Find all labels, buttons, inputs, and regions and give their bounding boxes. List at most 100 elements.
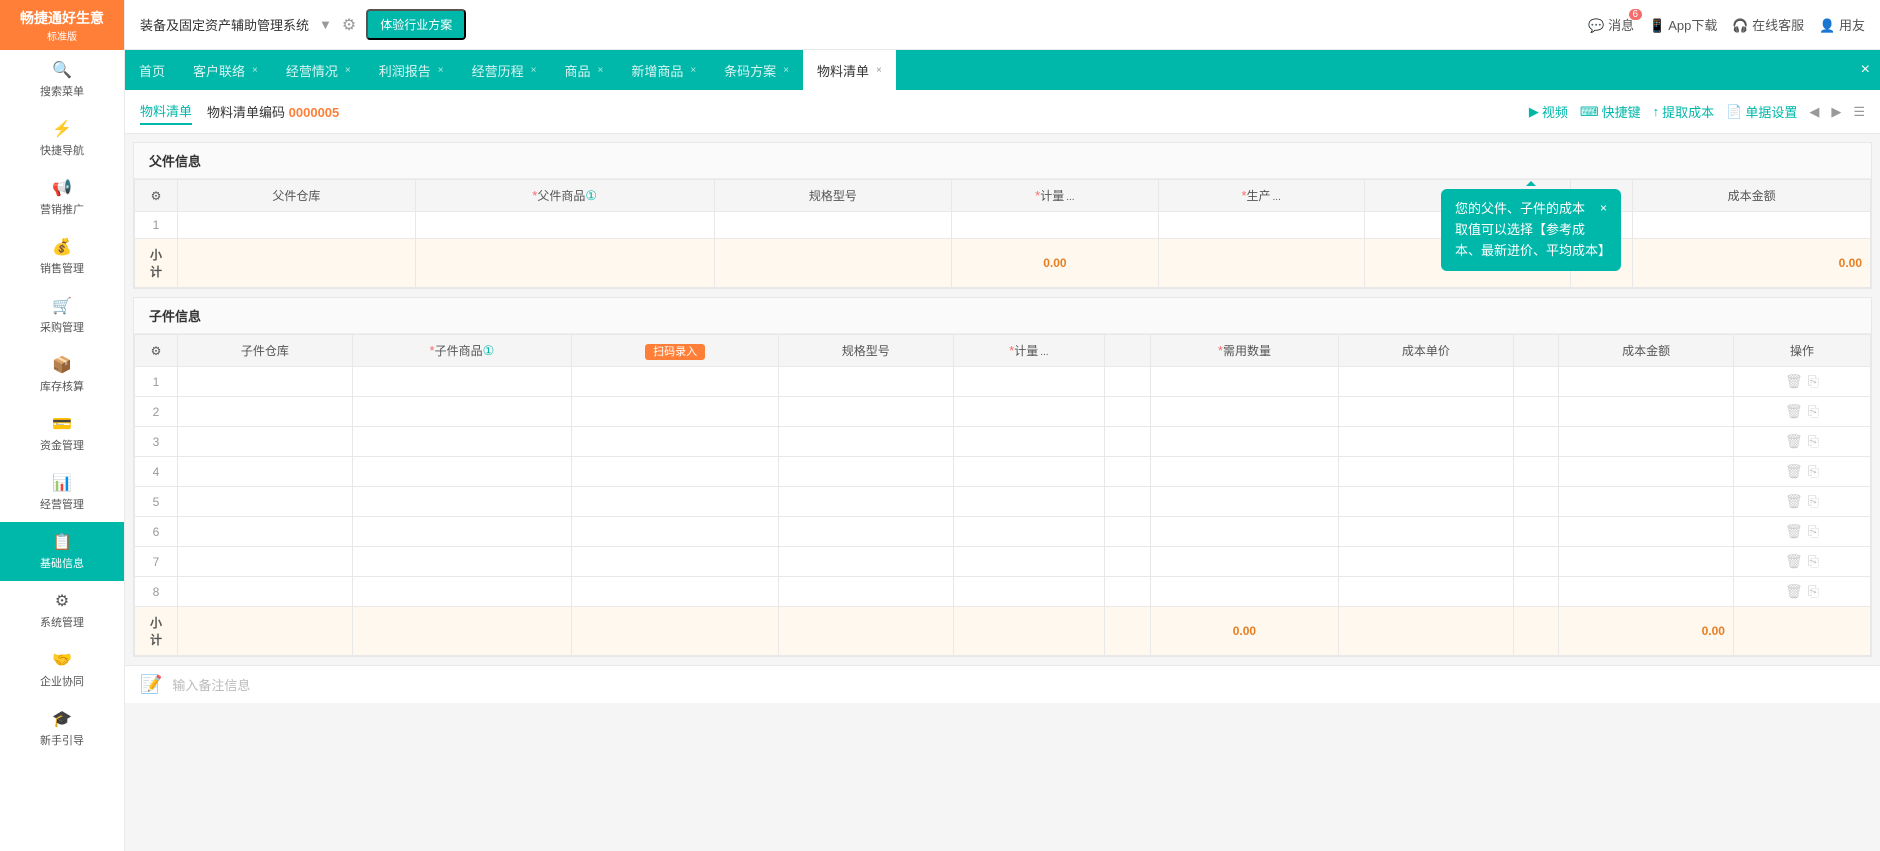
child-cell-unit-2[interactable] — [953, 397, 1105, 427]
sidebar-item-11[interactable]: 🎓新手引导 — [0, 699, 124, 758]
child-cell-warehouse-4[interactable] — [178, 457, 353, 487]
child-cell-qty-8[interactable] — [1150, 577, 1338, 607]
child-cell-spec-1[interactable] — [778, 367, 953, 397]
tooltip-close-btn[interactable]: × — [1600, 199, 1607, 218]
child-cell-warehouse-6[interactable] — [178, 517, 353, 547]
child-cell-qty-2[interactable] — [1150, 397, 1338, 427]
parent-th-settings[interactable]: ⚙ — [135, 180, 178, 212]
nav-next-icon[interactable]: ▶ — [1831, 104, 1841, 120]
child-cell-amount-2[interactable] — [1559, 397, 1734, 427]
child-cell-scan-8[interactable] — [572, 577, 779, 607]
parent-cell-spec-1[interactable] — [714, 212, 952, 239]
message-item[interactable]: 💬 6 消息 — [1588, 15, 1634, 34]
child-cell-unit-5[interactable] — [953, 487, 1105, 517]
child-cell-qty-1[interactable] — [1150, 367, 1338, 397]
parent-cell-product-1[interactable] — [415, 212, 714, 239]
nav-tab-close-1[interactable]: × — [252, 65, 258, 76]
child-cell-spec-3[interactable] — [778, 427, 953, 457]
child-cell-scan-7[interactable] — [572, 547, 779, 577]
note-placeholder[interactable]: 输入备注信息 — [172, 675, 250, 694]
nav-tab-4[interactable]: 经营历程× — [458, 50, 551, 90]
child-delete-icon-6[interactable]: 🗑 — [1785, 523, 1803, 540]
trial-button[interactable]: 体验行业方案 — [366, 9, 466, 40]
child-cell-unitprice-8[interactable] — [1339, 577, 1514, 607]
child-cell-unit-4[interactable] — [953, 457, 1105, 487]
nav-tab-1[interactable]: 客户联络× — [179, 50, 272, 90]
child-delete-icon-2[interactable]: 🗑 — [1785, 403, 1803, 420]
child-cell-unit-7[interactable] — [953, 547, 1105, 577]
nav-tab-8[interactable]: 物料清单× — [803, 50, 896, 90]
nav-tab-7[interactable]: 条码方案× — [710, 50, 803, 90]
child-cell-product-3[interactable] — [352, 427, 572, 457]
child-cell-unit-8[interactable] — [953, 577, 1105, 607]
child-copy-icon-4[interactable]: ⎘ — [1808, 463, 1819, 480]
child-cell-qty-5[interactable] — [1150, 487, 1338, 517]
child-cell-spec-7[interactable] — [778, 547, 953, 577]
child-cell-unitprice-3[interactable] — [1339, 427, 1514, 457]
child-copy-icon-1[interactable]: ⎘ — [1808, 373, 1819, 390]
online-service-item[interactable]: 🎧 在线客服 — [1732, 15, 1804, 34]
parent-cell-amount-1[interactable] — [1633, 212, 1871, 239]
child-cell-unitprice-4[interactable] — [1339, 457, 1514, 487]
child-cell-amount-7[interactable] — [1559, 547, 1734, 577]
child-cell-spec-4[interactable] — [778, 457, 953, 487]
child-cell-warehouse-8[interactable] — [178, 577, 353, 607]
child-cell-amount-3[interactable] — [1559, 427, 1734, 457]
child-cell-warehouse-7[interactable] — [178, 547, 353, 577]
child-copy-icon-2[interactable]: ⎘ — [1808, 403, 1819, 420]
child-cell-spec-5[interactable] — [778, 487, 953, 517]
settings-icon[interactable]: ⚙ — [342, 15, 356, 35]
child-cell-qty-6[interactable] — [1150, 517, 1338, 547]
sidebar-item-0[interactable]: 🔍搜索菜单 — [0, 50, 124, 109]
nav-tab-close-6[interactable]: × — [690, 65, 696, 76]
child-delete-icon-7[interactable]: 🗑 — [1785, 553, 1803, 570]
child-cell-product-2[interactable] — [352, 397, 572, 427]
app-download-item[interactable]: 📱 App下载 — [1649, 15, 1717, 34]
menu-icon[interactable]: ☰ — [1853, 104, 1865, 120]
dropdown-arrow-icon[interactable]: ▼ — [319, 17, 332, 32]
sidebar-item-9[interactable]: ⚙系统管理 — [0, 581, 124, 640]
child-copy-icon-3[interactable]: ⎘ — [1808, 433, 1819, 450]
child-th-scan[interactable]: 扫码录入 — [572, 335, 779, 367]
nav-tab-5[interactable]: 商品× — [550, 50, 617, 90]
child-delete-icon-1[interactable]: 🗑 — [1785, 373, 1803, 390]
nav-tab-close-5[interactable]: × — [597, 65, 603, 76]
child-cell-unitprice-2[interactable] — [1339, 397, 1514, 427]
sidebar-item-10[interactable]: 🤝企业协同 — [0, 640, 124, 699]
child-cell-amount-4[interactable] — [1559, 457, 1734, 487]
sidebar-item-8[interactable]: 📋基础信息 — [0, 522, 124, 581]
child-delete-icon-4[interactable]: 🗑 — [1785, 463, 1803, 480]
child-cell-unitprice-7[interactable] — [1339, 547, 1514, 577]
child-cell-scan-3[interactable] — [572, 427, 779, 457]
child-cell-scan-4[interactable] — [572, 457, 779, 487]
nav-prev-icon[interactable]: ◀ — [1809, 104, 1819, 120]
child-cell-qty-4[interactable] — [1150, 457, 1338, 487]
sidebar-item-4[interactable]: 🛒采购管理 — [0, 286, 124, 345]
child-copy-icon-7[interactable]: ⎘ — [1808, 553, 1819, 570]
nav-tab-close-3[interactable]: × — [438, 65, 444, 76]
nav-close-all-icon[interactable]: × — [1851, 61, 1880, 79]
page-tab-bom[interactable]: 物料清单 — [140, 98, 192, 125]
parent-cell-unit-1[interactable] — [952, 212, 1158, 239]
child-copy-icon-8[interactable]: ⎘ — [1808, 583, 1819, 600]
child-cell-unitprice-1[interactable] — [1339, 367, 1514, 397]
child-cell-qty-3[interactable] — [1150, 427, 1338, 457]
child-cell-product-4[interactable] — [352, 457, 572, 487]
child-cell-amount-8[interactable] — [1559, 577, 1734, 607]
child-cell-warehouse-1[interactable] — [178, 367, 353, 397]
sidebar-item-5[interactable]: 📦库存核算 — [0, 345, 124, 404]
user-item[interactable]: 👤 用友 — [1819, 15, 1865, 34]
sidebar-item-7[interactable]: 📊经营管理 — [0, 463, 124, 522]
child-cell-product-5[interactable] — [352, 487, 572, 517]
child-cell-warehouse-5[interactable] — [178, 487, 353, 517]
child-cell-qty-7[interactable] — [1150, 547, 1338, 577]
sidebar-item-3[interactable]: 💰销售管理 — [0, 227, 124, 286]
shortcut-action[interactable]: ⌨ 快捷键 — [1580, 102, 1641, 121]
child-cell-product-7[interactable] — [352, 547, 572, 577]
child-cell-unitprice-5[interactable] — [1339, 487, 1514, 517]
child-th-settings[interactable]: ⚙ — [135, 335, 178, 367]
child-cell-warehouse-3[interactable] — [178, 427, 353, 457]
child-cell-scan-2[interactable] — [572, 397, 779, 427]
child-copy-icon-5[interactable]: ⎘ — [1808, 493, 1819, 510]
child-cell-spec-6[interactable] — [778, 517, 953, 547]
